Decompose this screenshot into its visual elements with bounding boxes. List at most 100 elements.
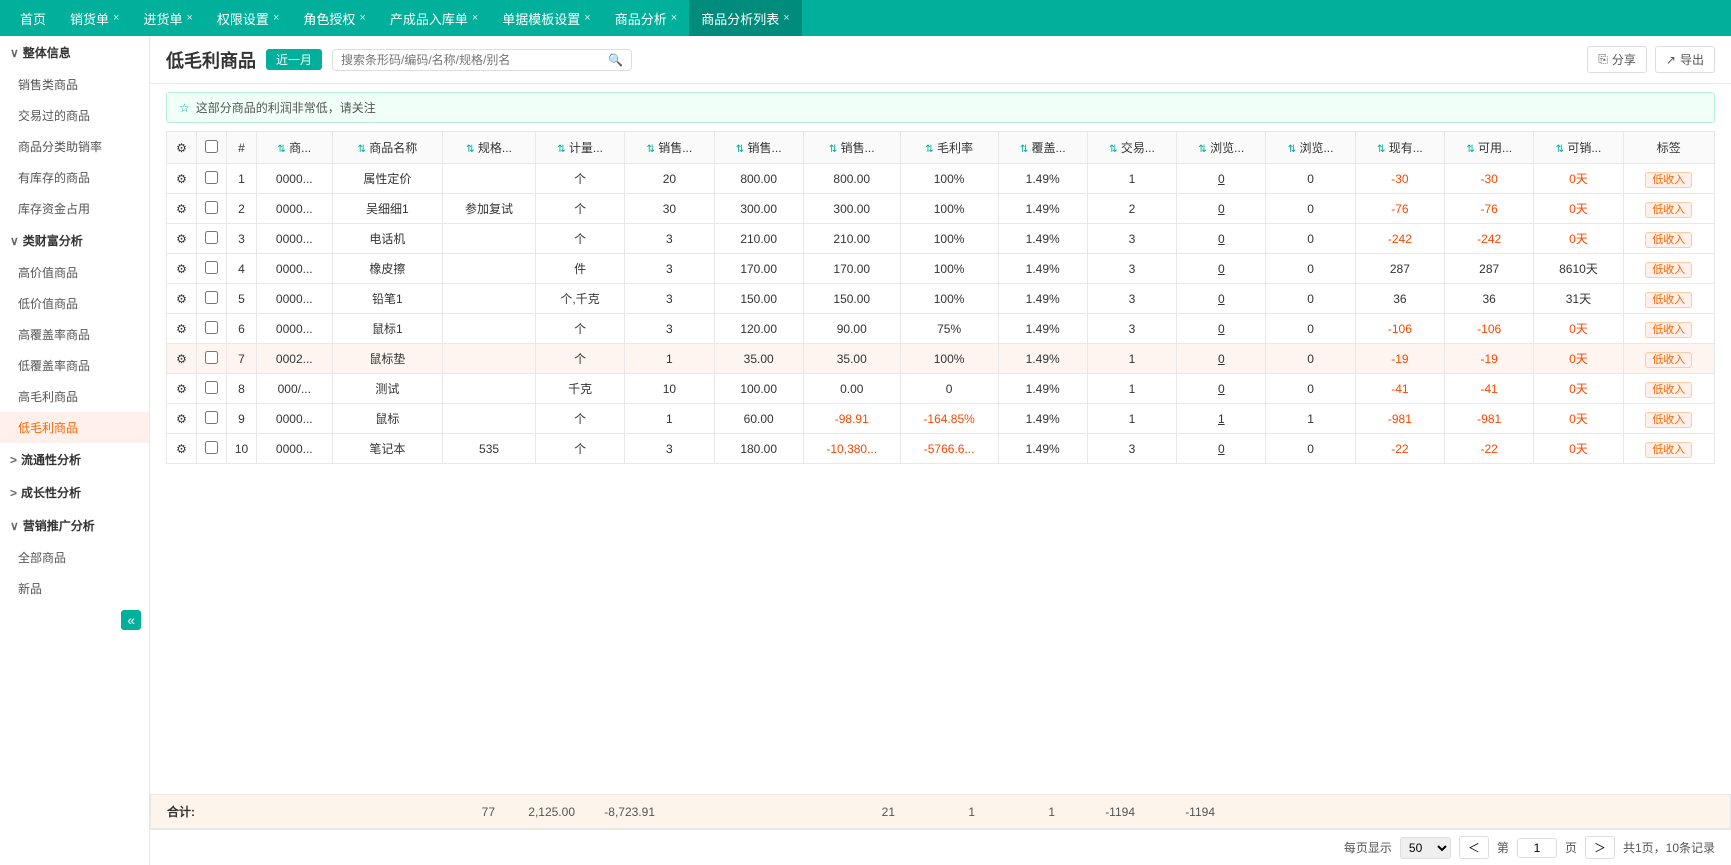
sidebar-group-流通性分析[interactable]: >流通性分析 [0,443,149,476]
code-column-header[interactable]: ⇅ 商... [257,132,333,164]
check-cell[interactable] [197,374,227,404]
close-icon[interactable]: × [113,12,119,24]
select-all-checkbox[interactable] [205,140,218,153]
close-icon[interactable]: × [783,12,789,24]
sidebar-item-销售类商品[interactable]: 销售类商品 [0,69,149,100]
check-cell[interactable] [197,344,227,374]
name-cell[interactable]: 测试 [332,374,443,404]
row-checkbox[interactable] [205,201,218,214]
coverage-column-header[interactable]: ⇅ 覆盖... [998,132,1087,164]
sidebar-item-新品[interactable]: 新品 [0,573,149,604]
export-button[interactable]: ↗ 导出 [1655,46,1715,73]
sidebar-item-低价值商品[interactable]: 低价值商品 [0,288,149,319]
sidebar-item-交易过的商品[interactable]: 交易过的商品 [0,100,149,131]
row-checkbox[interactable] [205,351,218,364]
browse1-cell[interactable]: 0 [1177,194,1266,224]
browse1-cell[interactable]: 0 [1177,224,1266,254]
gear-cell[interactable]: ⚙ [167,284,197,314]
sidebar-group-营销推广分析[interactable]: ∨营销推广分析 [0,509,149,542]
browse1-cell[interactable]: 0 [1177,164,1266,194]
name-cell[interactable]: 铅笔1 [332,284,443,314]
sale-price-column-header[interactable]: ⇅ 销售... [714,132,803,164]
nav-item-销货单[interactable]: 销货单× [58,0,131,36]
gear-cell[interactable]: ⚙ [167,344,197,374]
page-number-input[interactable] [1517,838,1557,858]
current-column-header[interactable]: ⇅ 现有... [1355,132,1444,164]
sidebar-item-库存资金占用[interactable]: 库存资金占用 [0,193,149,224]
row-checkbox[interactable] [205,381,218,394]
name-cell[interactable]: 电话机 [332,224,443,254]
unit-column-header[interactable]: ⇅ 计量... [535,132,624,164]
gear-cell[interactable]: ⚙ [167,404,197,434]
date-tag[interactable]: 近一月 [266,49,322,70]
close-icon[interactable]: × [472,12,478,24]
nav-item-商品分析列表[interactable]: 商品分析列表× [689,0,801,36]
check-cell[interactable] [197,284,227,314]
browse1-cell[interactable]: 0 [1177,284,1266,314]
name-cell[interactable]: 笔记本 [332,434,443,464]
available-column-header[interactable]: ⇅ 可用... [1445,132,1534,164]
row-checkbox[interactable] [205,441,218,454]
browse1-cell[interactable]: 0 [1177,434,1266,464]
next-page-button[interactable]: ＞ [1585,836,1615,859]
check-cell[interactable] [197,404,227,434]
browse1-cell[interactable]: 0 [1177,344,1266,374]
sidebar-item-高价值商品[interactable]: 高价值商品 [0,257,149,288]
browse2-column-header[interactable]: ⇅ 浏览... [1266,132,1355,164]
name-cell[interactable]: 鼠标垫 [332,344,443,374]
sidebar-item-低毛利商品[interactable]: 低毛利商品 [0,412,149,443]
browse1-column-header[interactable]: ⇅ 浏览... [1177,132,1266,164]
close-icon[interactable]: × [273,12,279,24]
sidebar-group-整体信息[interactable]: ∨整体信息 [0,36,149,69]
close-icon[interactable]: × [584,12,590,24]
sidebar-item-有库存的商品[interactable]: 有库存的商品 [0,162,149,193]
page-size-select[interactable]: 50 100 200 [1400,837,1451,859]
gear-cell[interactable]: ⚙ [167,374,197,404]
prev-page-button[interactable]: ＜ [1459,836,1489,859]
check-cell[interactable] [197,224,227,254]
search-input[interactable] [341,53,608,67]
nav-item-商品分析[interactable]: 商品分析× [603,0,689,36]
nav-item-角色授权[interactable]: 角色授权× [291,0,377,36]
gear-cell[interactable]: ⚙ [167,254,197,284]
check-column-header[interactable] [197,132,227,164]
check-cell[interactable] [197,254,227,284]
nav-item-权限设置[interactable]: 权限设置× [205,0,291,36]
nav-item-进货单[interactable]: 进货单× [131,0,204,36]
sidebar-group-成长性分析[interactable]: >成长性分析 [0,476,149,509]
sidebar-item-商品分类助销率[interactable]: 商品分类助销率 [0,131,149,162]
name-cell[interactable]: 属性定价 [332,164,443,194]
gear-cell[interactable]: ⚙ [167,434,197,464]
row-checkbox[interactable] [205,231,218,244]
close-icon[interactable]: × [359,12,365,24]
row-checkbox[interactable] [205,321,218,334]
sale-profit-column-header[interactable]: ⇅ 销售... [803,132,900,164]
row-checkbox[interactable] [205,291,218,304]
browse1-cell[interactable]: 1 [1177,404,1266,434]
name-cell[interactable]: 鼠标1 [332,314,443,344]
browse1-cell[interactable]: 0 [1177,374,1266,404]
check-cell[interactable] [197,164,227,194]
sidebar-item-全部商品[interactable]: 全部商品 [0,542,149,573]
share-button[interactable]: ⎘ 分享 [1587,46,1647,73]
sale-qty-column-header[interactable]: ⇅ 销售... [625,132,714,164]
nav-item-产成品入库单[interactable]: 产成品入库单× [378,0,490,36]
close-icon[interactable]: × [186,12,192,24]
saleable-column-header[interactable]: ⇅ 可销... [1534,132,1623,164]
name-cell[interactable]: 鼠标 [332,404,443,434]
sidebar-group-类财富分析[interactable]: ∨类财富分析 [0,224,149,257]
trade-column-header[interactable]: ⇅ 交易... [1087,132,1176,164]
check-cell[interactable] [197,434,227,464]
check-cell[interactable] [197,194,227,224]
nav-item-单据模板设置[interactable]: 单据模板设置× [490,0,602,36]
browse1-cell[interactable]: 0 [1177,314,1266,344]
nav-item-首页[interactable]: 首页 [8,0,58,36]
sidebar-item-低覆盖率商品[interactable]: 低覆盖率商品 [0,350,149,381]
gear-cell[interactable]: ⚙ [167,314,197,344]
gear-cell[interactable]: ⚙ [167,224,197,254]
sidebar-item-高毛利商品[interactable]: 高毛利商品 [0,381,149,412]
gear-column-header[interactable]: ⚙ [167,132,197,164]
check-cell[interactable] [197,314,227,344]
name-cell[interactable]: 吴细细1 [332,194,443,224]
close-icon[interactable]: × [671,12,677,24]
